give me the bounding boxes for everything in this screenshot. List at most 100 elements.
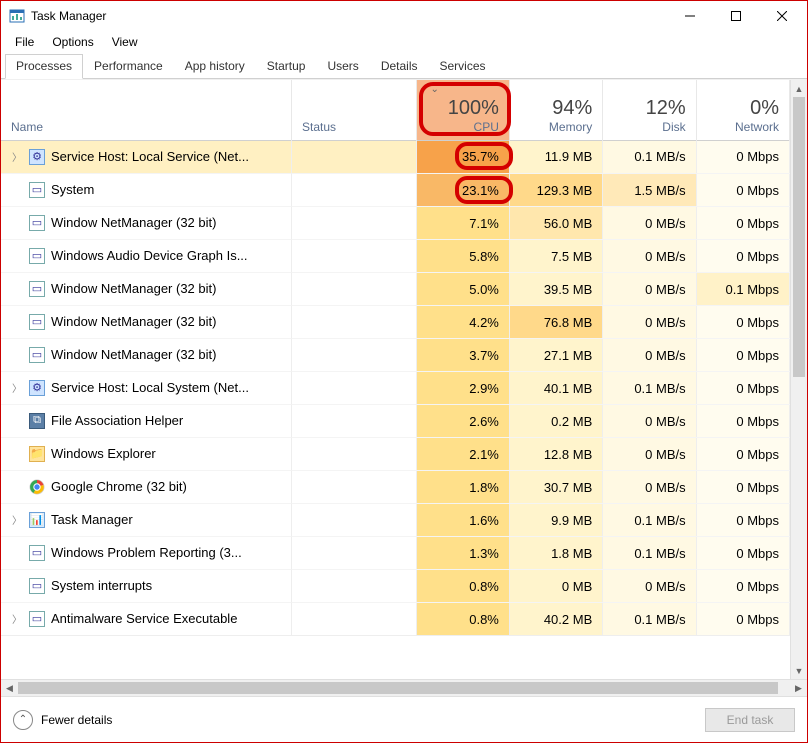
col-name[interactable]: Name — [1, 80, 292, 140]
col-network[interactable]: 0% Network — [696, 80, 789, 140]
process-name: Windows Problem Reporting (3... — [51, 545, 242, 560]
table-row[interactable]: 〉▭Antimalware Service Executable0.8%40.2… — [1, 603, 790, 636]
tab-startup[interactable]: Startup — [256, 54, 317, 78]
scroll-down-icon[interactable]: ▼ — [791, 662, 807, 679]
table-row[interactable]: 〉⚙Service Host: Local System (Net... 2.9%… — [1, 372, 790, 405]
status-cell — [292, 471, 417, 504]
process-name-cell[interactable]: 〉⚙Service Host: Local Service (Net... — [1, 141, 292, 174]
fewer-details-label: Fewer details — [41, 713, 112, 727]
process-name-cell[interactable]: ▭System interrupts — [1, 570, 292, 603]
expand-icon[interactable]: 〉 — [11, 512, 23, 527]
process-name-cell[interactable]: ▭Windows Audio Device Graph Is... — [1, 240, 292, 273]
table-row[interactable]: ▭Windows Problem Reporting (3...1.3%1.8 … — [1, 537, 790, 570]
process-name-cell[interactable]: ▭Window NetManager (32 bit) — [1, 207, 292, 240]
status-cell — [292, 240, 417, 273]
disk-cell: 0 MB/s — [603, 306, 696, 339]
memory-cell: 0.2 MB — [509, 405, 602, 438]
table-row[interactable]: ▭System23.1%129.3 MB1.5 MB/s0 Mbps — [1, 174, 790, 207]
disk-cell: 0.1 MB/s — [603, 504, 696, 537]
expand-icon[interactable]: 〉 — [11, 380, 23, 395]
network-cell: 0 Mbps — [696, 240, 789, 273]
process-name-cell[interactable]: ▭Window NetManager (32 bit) — [1, 306, 292, 339]
scroll-thumb-v[interactable] — [793, 97, 805, 377]
fewer-details-toggle[interactable]: ⌃ Fewer details — [13, 710, 112, 730]
process-name-cell[interactable]: 📁Windows Explorer — [1, 438, 292, 471]
table-row[interactable]: ▭Windows Audio Device Graph Is... 5.8%7.5… — [1, 240, 790, 273]
process-icon: ⚙ — [29, 149, 45, 165]
disk-cell: 1.5 MB/s — [603, 174, 696, 207]
tab-details[interactable]: Details — [370, 54, 429, 78]
tab-users[interactable]: Users — [316, 54, 369, 78]
process-icon: ▭ — [29, 611, 45, 627]
process-name-cell[interactable]: ▭Window NetManager (32 bit) — [1, 339, 292, 372]
process-name-cell[interactable]: Google Chrome (32 bit) — [1, 471, 292, 504]
minimize-button[interactable] — [667, 1, 713, 31]
cpu-cell: 23.1% — [416, 174, 509, 207]
tab-processes[interactable]: Processes — [5, 54, 83, 79]
memory-cell: 39.5 MB — [509, 273, 602, 306]
network-cell: 0 Mbps — [696, 405, 789, 438]
process-name-cell[interactable]: ▭Window NetManager (32 bit) — [1, 273, 292, 306]
memory-cell: 40.2 MB — [509, 603, 602, 636]
network-cell: 0 Mbps — [696, 603, 789, 636]
process-icon: ▭ — [29, 281, 45, 297]
menu-options[interactable]: Options — [44, 33, 101, 51]
cpu-cell: 1.3% — [416, 537, 509, 570]
table-row[interactable]: ▭Window NetManager (32 bit)4.2%76.8 MB0 … — [1, 306, 790, 339]
end-task-button[interactable]: End task — [705, 708, 795, 732]
close-button[interactable] — [759, 1, 805, 31]
process-name-cell[interactable]: 〉⚙Service Host: Local System (Net... — [1, 372, 292, 405]
col-cpu[interactable]: ⌄ 100% CPU — [416, 80, 509, 140]
tab-app-history[interactable]: App history — [174, 54, 256, 78]
cpu-cell: 2.9% — [416, 372, 509, 405]
memory-cell: 9.9 MB — [509, 504, 602, 537]
network-cell: 0 Mbps — [696, 140, 789, 174]
vertical-scrollbar[interactable]: ▲ ▼ — [790, 80, 807, 679]
col-memory[interactable]: 94% Memory — [509, 80, 602, 140]
table-row[interactable]: ▭Window NetManager (32 bit)5.0%39.5 MB0 … — [1, 273, 790, 306]
table-row[interactable]: 📁Windows Explorer2.1%12.8 MB0 MB/s0 Mbps — [1, 438, 790, 471]
memory-cell: 30.7 MB — [509, 471, 602, 504]
process-name-cell[interactable]: 〉📊Task Manager — [1, 504, 292, 537]
horizontal-scrollbar[interactable]: ◀ ▶ — [1, 679, 807, 696]
process-icon: 📊 — [29, 512, 45, 528]
tab-performance[interactable]: Performance — [83, 54, 174, 78]
tab-services[interactable]: Services — [429, 54, 497, 78]
status-cell — [292, 207, 417, 240]
table-row[interactable]: ▭System interrupts0.8%0 MB0 MB/s0 Mbps — [1, 570, 790, 603]
cpu-cell: 0.8% — [416, 603, 509, 636]
process-name-cell[interactable]: 〉▭Antimalware Service Executable — [1, 603, 292, 636]
disk-cell: 0 MB/s — [603, 339, 696, 372]
maximize-button[interactable] — [713, 1, 759, 31]
table-row[interactable]: ▭Window NetManager (32 bit)7.1%56.0 MB0 … — [1, 207, 790, 240]
process-name-cell[interactable]: ▭System — [1, 174, 292, 207]
status-cell — [292, 438, 417, 471]
process-name: System — [51, 182, 94, 197]
table-row[interactable]: Google Chrome (32 bit)1.8%30.7 MB0 MB/s0… — [1, 471, 790, 504]
process-name: File Association Helper — [51, 413, 183, 428]
expand-icon[interactable]: 〉 — [11, 611, 23, 626]
process-name-cell[interactable]: ▭Windows Problem Reporting (3... — [1, 537, 292, 570]
table-row[interactable]: ⧉File Association Helper2.6%0.2 MB0 MB/s… — [1, 405, 790, 438]
scroll-left-icon[interactable]: ◀ — [1, 680, 18, 696]
process-name: Window NetManager (32 bit) — [51, 215, 216, 230]
memory-cell: 7.5 MB — [509, 240, 602, 273]
col-disk[interactable]: 12% Disk — [603, 80, 696, 140]
menu-file[interactable]: File — [7, 33, 42, 51]
network-cell: 0 Mbps — [696, 207, 789, 240]
expand-icon[interactable]: 〉 — [11, 149, 23, 164]
network-cell: 0 Mbps — [696, 438, 789, 471]
process-name-cell[interactable]: ⧉File Association Helper — [1, 405, 292, 438]
table-row[interactable]: 〉⚙Service Host: Local Service (Net...35.… — [1, 140, 790, 174]
col-status[interactable]: Status — [292, 80, 417, 140]
table-row[interactable]: ▭Window NetManager (32 bit)3.7%27.1 MB0 … — [1, 339, 790, 372]
cpu-cell: 5.8% — [416, 240, 509, 273]
menu-view[interactable]: View — [104, 33, 146, 51]
scroll-up-icon[interactable]: ▲ — [791, 80, 807, 97]
sort-indicator-icon: ⌄ — [431, 84, 439, 95]
scroll-right-icon[interactable]: ▶ — [790, 680, 807, 696]
table-row[interactable]: 〉📊Task Manager1.6%9.9 MB0.1 MB/s0 Mbps — [1, 504, 790, 537]
scroll-thumb-h[interactable] — [18, 682, 778, 694]
disk-cell: 0 MB/s — [603, 273, 696, 306]
disk-cell: 0.1 MB/s — [603, 372, 696, 405]
